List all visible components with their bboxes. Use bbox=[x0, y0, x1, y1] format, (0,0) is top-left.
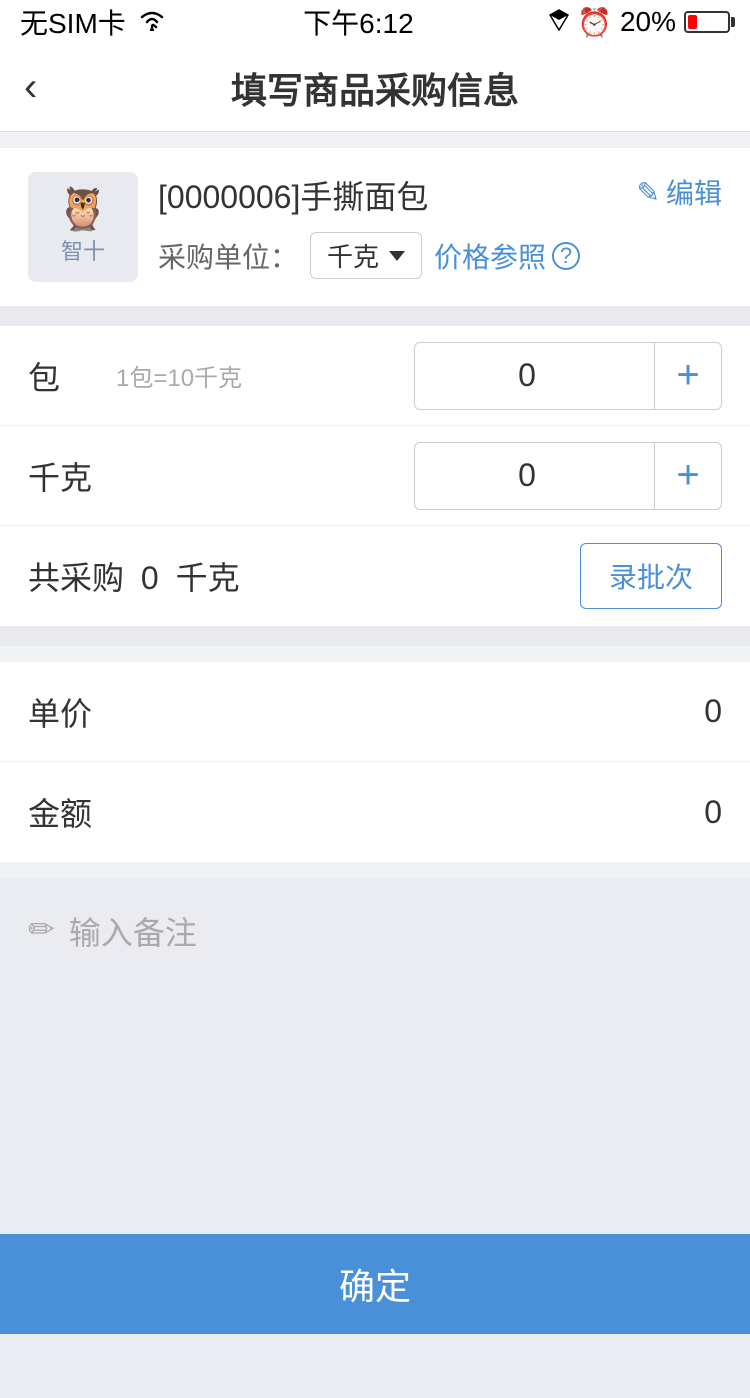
kg-label: 千克 bbox=[28, 453, 108, 499]
alarm-icon: ⏰ bbox=[577, 6, 612, 39]
location-icon bbox=[549, 6, 569, 38]
unit-chevron-icon bbox=[389, 251, 405, 261]
edit-label: 编辑 bbox=[666, 172, 722, 212]
bag-plus-button[interactable]: + bbox=[654, 342, 722, 410]
bag-input-right: + bbox=[414, 342, 722, 410]
input-section: 包 1包=10千克 + 千克 + bbox=[0, 326, 750, 526]
amount-row: 金额 0 bbox=[0, 762, 750, 862]
kg-input[interactable] bbox=[414, 442, 654, 510]
unit-price-value: 0 bbox=[704, 693, 722, 730]
unit-label: 采购单位： bbox=[158, 236, 298, 276]
total-prefix: 共采购 bbox=[28, 560, 124, 596]
bag-label: 包 bbox=[28, 353, 108, 399]
product-card: 🦉 智十 [0000006]手撕面包 采购单位： 千克 价格参照 ? ✎ 编辑 bbox=[0, 148, 750, 306]
product-image: 🦉 智十 bbox=[28, 172, 138, 282]
carrier-text: 无SIM卡 bbox=[20, 2, 126, 42]
back-button[interactable]: ‹ bbox=[24, 65, 37, 110]
note-section[interactable]: ✏ 输入备注 bbox=[0, 878, 750, 1078]
edit-button[interactable]: ✎ 编辑 bbox=[637, 172, 722, 212]
amount-label: 金额 bbox=[28, 789, 92, 835]
edit-icon: ✎ bbox=[637, 176, 660, 209]
summary-row: 共采购 0 千克 录批次 bbox=[0, 526, 750, 626]
price-ref-label: 价格参照 bbox=[434, 236, 546, 276]
product-logo: 🦉 智十 bbox=[57, 188, 109, 266]
total-value: 0 bbox=[141, 560, 159, 596]
time-text: 下午6:12 bbox=[303, 2, 414, 42]
battery-icon bbox=[684, 11, 730, 33]
wifi-icon bbox=[136, 6, 168, 38]
nav-bar: ‹ 填写商品采购信息 bbox=[0, 44, 750, 132]
unit-select[interactable]: 千克 bbox=[310, 232, 422, 279]
kg-input-row: 千克 + bbox=[0, 426, 750, 526]
page-title: 填写商品采购信息 bbox=[231, 62, 519, 114]
pencil-icon: ✏ bbox=[28, 910, 55, 948]
batch-button[interactable]: 录批次 bbox=[580, 543, 722, 609]
note-placeholder: 输入备注 bbox=[69, 908, 197, 954]
kg-input-right: + bbox=[414, 442, 722, 510]
product-unit-row: 采购单位： 千克 价格参照 ? bbox=[158, 232, 722, 279]
status-left: 无SIM卡 bbox=[20, 2, 168, 42]
status-bar: 无SIM卡 下午6:12 ⏰ 20% bbox=[0, 0, 750, 44]
question-icon: ? bbox=[552, 242, 580, 270]
price-section: 单价 0 金额 0 bbox=[0, 662, 750, 862]
bag-input[interactable] bbox=[414, 342, 654, 410]
kg-plus-button[interactable]: + bbox=[654, 442, 722, 510]
status-right: ⏰ 20% bbox=[549, 6, 730, 39]
bag-sublabel: 1包=10千克 bbox=[116, 358, 242, 393]
unit-price-row: 单价 0 bbox=[0, 662, 750, 762]
total-unit: 千克 bbox=[176, 560, 240, 596]
summary-text: 共采购 0 千克 bbox=[28, 553, 240, 599]
price-ref-link[interactable]: 价格参照 ? bbox=[434, 236, 580, 276]
bag-input-row: 包 1包=10千克 + bbox=[0, 326, 750, 426]
owl-label: 智十 bbox=[61, 234, 105, 266]
section-divider-1 bbox=[0, 306, 750, 326]
battery-percent: 20% bbox=[620, 6, 676, 38]
owl-icon: 🦉 bbox=[57, 188, 109, 230]
unit-value: 千克 bbox=[327, 237, 379, 274]
section-divider-2 bbox=[0, 626, 750, 646]
confirm-label: 确定 bbox=[339, 1258, 411, 1310]
amount-value: 0 bbox=[704, 794, 722, 831]
confirm-bar[interactable]: 确定 bbox=[0, 1234, 750, 1334]
unit-price-label: 单价 bbox=[28, 689, 92, 735]
